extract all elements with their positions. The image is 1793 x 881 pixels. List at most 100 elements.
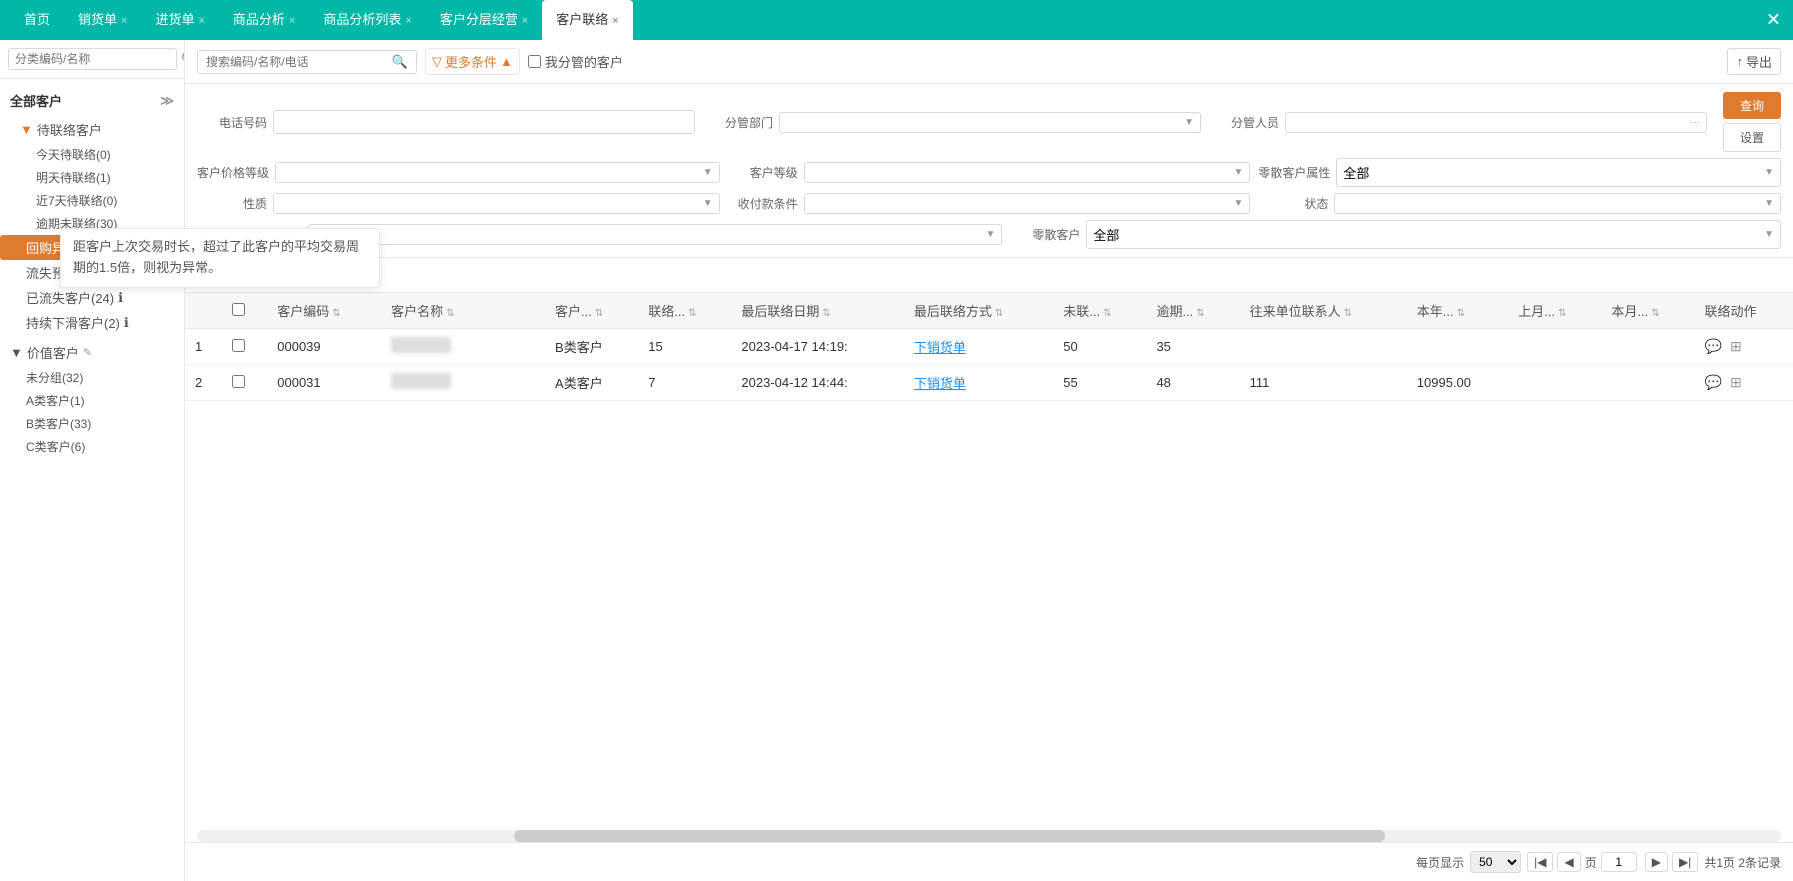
row2-year: 10995.00	[1407, 365, 1508, 401]
close-customer-contact-icon[interactable]: ×	[612, 15, 618, 27]
table-area: ⚙ 客户编码⇅ 客户名称⇅ 客户...⇅ 联络...⇅ 最后联络日期⇅ 最后	[185, 258, 1793, 881]
close-sales-order-icon[interactable]: ×	[121, 15, 127, 27]
my-customers-check[interactable]	[528, 55, 541, 68]
col-contact: 联络...⇅	[638, 293, 731, 329]
per-page-select[interactable]: 50 20 100	[1470, 851, 1521, 873]
main-search-icon[interactable]: 🔍	[392, 54, 408, 70]
nav-customer-contact[interactable]: 客户联络×	[542, 0, 632, 40]
retail-attr-chevron-icon: ▼	[1764, 167, 1774, 178]
first-page-button[interactable]: |◀	[1527, 852, 1553, 872]
lastmonth-sort-icon[interactable]: ⇅	[1558, 308, 1566, 319]
nav-sales-order[interactable]: 销货单×	[64, 0, 141, 40]
last-page-button[interactable]: ▶|	[1672, 852, 1698, 872]
tomorrow-contact-item[interactable]: 明天待联络(1)	[10, 166, 184, 189]
nav-home[interactable]: 首页	[10, 0, 64, 40]
thismonth-sort-icon[interactable]: ⇅	[1651, 308, 1659, 319]
nature-select[interactable]: ▼	[273, 193, 720, 214]
scrollbar-thumb[interactable]	[514, 830, 1385, 842]
value-edit-icon[interactable]: ✎	[83, 346, 92, 359]
method-sort-icon[interactable]: ⇅	[995, 308, 1003, 319]
churned-item[interactable]: 已流失客户(24) ℹ	[0, 285, 184, 310]
row2-overdue: 48	[1146, 365, 1239, 401]
manager-field: 分管人员 ···	[1209, 112, 1707, 133]
dept-select[interactable]: ▼	[779, 112, 1201, 133]
col-actions: 联络动作	[1695, 293, 1793, 329]
value-customer-label[interactable]: ▼ 价值客户 ✎	[0, 339, 184, 366]
col-level: 客户...⇅	[545, 293, 638, 329]
dept-label: 分管部门	[703, 114, 773, 131]
query-button[interactable]: 查询	[1723, 92, 1781, 119]
retail-attr-select[interactable]: 全部 ▼	[1336, 158, 1781, 187]
select-all-checkbox[interactable]	[232, 303, 245, 316]
row2-uncontacted: 55	[1053, 365, 1146, 401]
nav-purchase-order[interactable]: 进货单×	[141, 0, 218, 40]
row2-method-link[interactable]: 下销货单	[914, 376, 966, 391]
row2-select-checkbox[interactable]	[232, 375, 245, 388]
export-button[interactable]: ↑ 导出	[1727, 48, 1781, 75]
more-filters-button[interactable]: ▽ 更多条件 ▲	[425, 48, 520, 75]
nav-customer-segmentation[interactable]: 客户分层经营×	[426, 0, 542, 40]
today-contact-item[interactable]: 今天待联络(0)	[10, 143, 184, 166]
customer-type-select[interactable]: ▼	[308, 224, 1003, 245]
phone-input[interactable]	[273, 110, 695, 134]
prev-page-button[interactable]: ◀	[1557, 852, 1580, 872]
table-wrapper: 客户编码⇅ 客户名称⇅ 客户...⇅ 联络...⇅ 最后联络日期⇅ 最后联络方式…	[185, 293, 1793, 830]
close-product-analysis-list-icon[interactable]: ×	[405, 15, 411, 27]
status-select[interactable]: ▼	[1334, 193, 1781, 214]
contacts-sort-icon[interactable]: ⇅	[1344, 308, 1352, 319]
pending-contact-label[interactable]: ▼ 待联络客户	[10, 116, 184, 143]
sidebar-all-customers[interactable]: 全部客户 ≫	[0, 85, 184, 116]
close-purchase-icon[interactable]: ×	[198, 15, 204, 27]
nav-product-analysis-list[interactable]: 商品分析列表×	[309, 0, 425, 40]
next-page-button[interactable]: ▶	[1645, 852, 1668, 872]
advanced-filter-panel: 电话号码 分管部门 ▼ 分管人员 ···	[185, 84, 1793, 258]
row1-method-link[interactable]: 下销货单	[914, 340, 966, 355]
row2-last-month	[1508, 365, 1601, 401]
pending-arrow-icon: ▼	[20, 122, 33, 137]
customer-table: 客户编码⇅ 客户名称⇅ 客户...⇅ 联络...⇅ 最后联络日期⇅ 最后联络方式…	[185, 293, 1793, 401]
close-product-analysis-icon[interactable]: ×	[289, 15, 295, 27]
retail-customer-select[interactable]: 全部 ▼	[1086, 220, 1781, 249]
class-a-item[interactable]: A类客户(1)	[0, 389, 184, 412]
my-customers-checkbox[interactable]: 我分管的客户	[528, 52, 623, 71]
overdue-sort-icon[interactable]: ⇅	[1196, 308, 1204, 319]
level-sort-icon[interactable]: ⇅	[595, 308, 603, 319]
manager-select[interactable]: ···	[1285, 112, 1707, 133]
payment-select[interactable]: ▼	[804, 193, 1251, 214]
row1-grid-icon[interactable]: ⊞	[1730, 338, 1742, 355]
class-c-item[interactable]: C类客户(6)	[0, 435, 184, 458]
code-sort-icon[interactable]: ⇅	[332, 308, 340, 319]
row1-last-method: 下销货单	[904, 329, 1053, 365]
row1-select-checkbox[interactable]	[232, 339, 245, 352]
row1-chat-icon[interactable]: 💬	[1705, 338, 1722, 355]
price-level-select[interactable]: ▼	[275, 162, 720, 183]
status-chevron-icon: ▼	[1764, 198, 1774, 209]
date-sort-icon[interactable]: ⇅	[822, 308, 830, 319]
row2-grid-icon[interactable]: ⊞	[1730, 374, 1742, 391]
filter-row-3: 性质 ▼ 收付款条件 ▼ 状态	[197, 193, 1781, 214]
class-b-item[interactable]: B类客户(33)	[0, 412, 184, 435]
customer-level-select[interactable]: ▼	[804, 162, 1251, 183]
name-sort-icon[interactable]: ⇅	[446, 308, 454, 319]
year-sort-icon[interactable]: ⇅	[1457, 308, 1465, 319]
settings-button[interactable]: 设置	[1723, 123, 1781, 152]
uncontacted-sort-icon[interactable]: ⇅	[1103, 308, 1111, 319]
row2-chat-icon[interactable]: 💬	[1705, 374, 1722, 391]
close-customer-seg-icon[interactable]: ×	[522, 15, 528, 27]
declining-item[interactable]: 持续下滑客户(2) ℹ	[0, 310, 184, 335]
sidebar-search-input[interactable]	[8, 48, 177, 70]
page-number-input[interactable]	[1601, 852, 1637, 872]
export-icon: ↑	[1736, 54, 1743, 69]
nav-product-analysis[interactable]: 商品分析×	[219, 0, 309, 40]
row2-level: A类客户	[545, 365, 638, 401]
week-contact-item[interactable]: 近7天待联络(0)	[10, 189, 184, 212]
row1-year	[1407, 329, 1508, 365]
col-code: 客户编码⇅	[267, 293, 381, 329]
row1-last-date: 2023-04-17 14:19:	[731, 329, 903, 365]
main-search-input[interactable]	[206, 55, 388, 69]
close-all-button[interactable]: ✕	[1766, 10, 1781, 31]
sidebar-collapse-icon[interactable]: ≫	[160, 93, 174, 109]
horizontal-scrollbar[interactable]	[197, 830, 1781, 842]
unclassified-item[interactable]: 未分组(32)	[0, 366, 184, 389]
contact-sort-icon[interactable]: ⇅	[688, 308, 696, 319]
